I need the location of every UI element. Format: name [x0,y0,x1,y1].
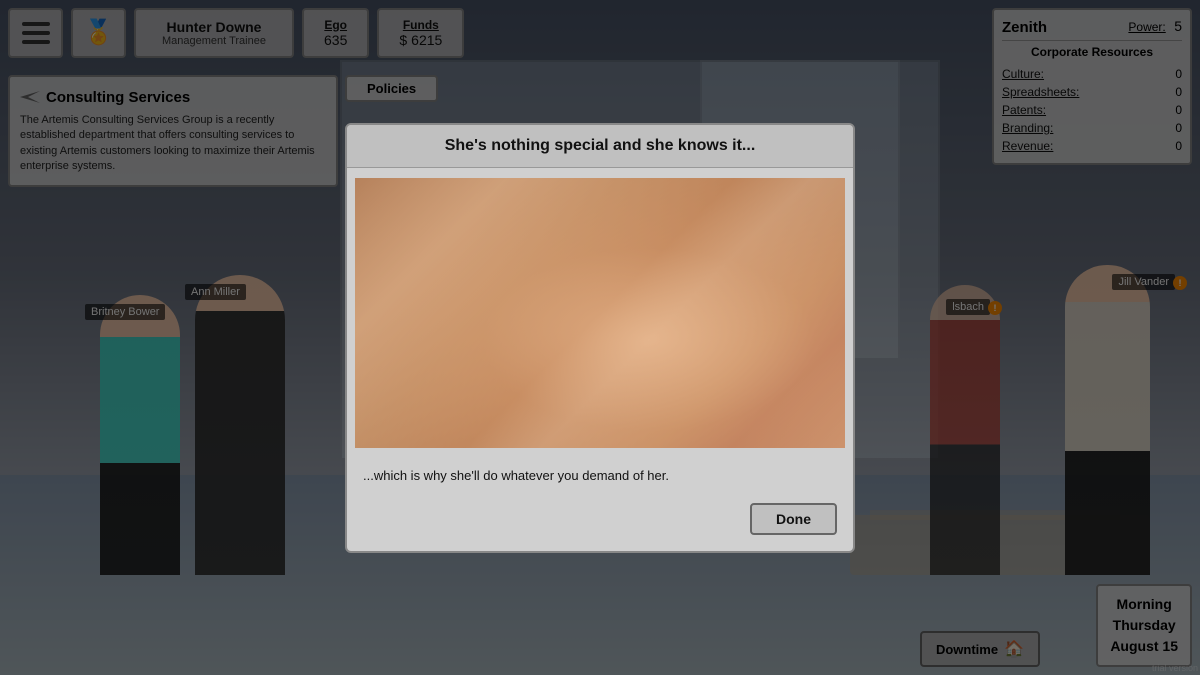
modal-footer: Done [347,493,853,551]
modal-image [355,178,845,448]
modal-caption: ...which is why she'll do whatever you d… [347,458,853,493]
modal-title: She's nothing special and she knows it..… [445,137,756,154]
done-label: Done [776,511,811,527]
modal-overlay: She's nothing special and she knows it..… [0,0,1200,675]
modal-dialog: She's nothing special and she knows it..… [345,123,855,553]
done-button[interactable]: Done [750,503,837,535]
modal-caption-text: ...which is why she'll do whatever you d… [363,468,669,483]
modal-image-content [355,178,845,448]
modal-header: She's nothing special and she knows it..… [347,125,853,168]
